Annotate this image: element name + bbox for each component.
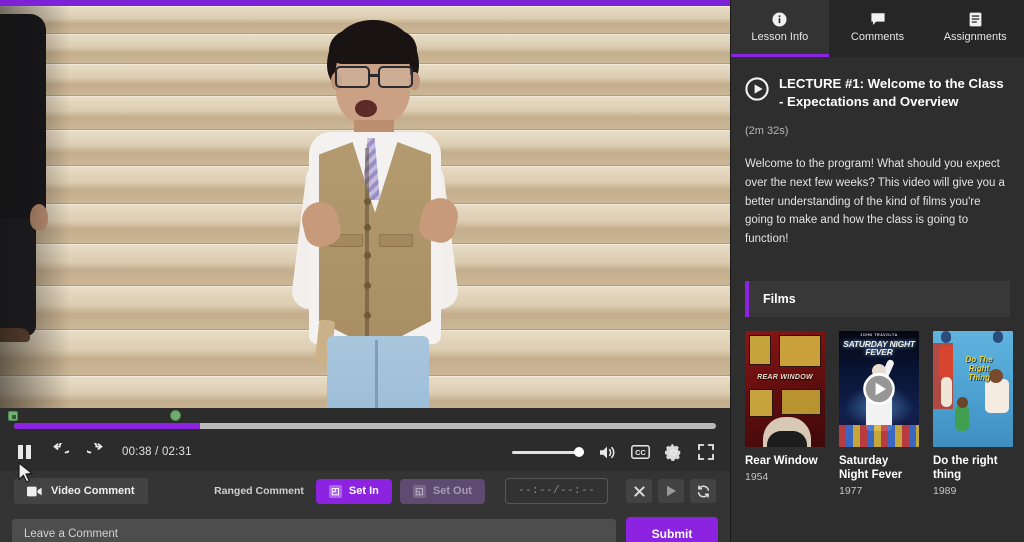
pause-icon[interactable] bbox=[14, 442, 34, 462]
film-title: Saturday Night Fever bbox=[839, 454, 903, 481]
comment-input[interactable] bbox=[12, 518, 616, 542]
volume-slider[interactable] bbox=[512, 445, 584, 459]
video-comment-label: Video Comment bbox=[51, 485, 135, 497]
film-poster: Do The Right Thing bbox=[933, 330, 1013, 447]
close-icon bbox=[633, 485, 645, 497]
film-card-do-the-right-thing[interactable]: Do The Right Thing Do the right thing 19… bbox=[933, 330, 1013, 498]
film-poster-text: Do The Right Thing bbox=[965, 354, 993, 383]
film-card-rear-window[interactable]: REAR WINDOW Rear Window 1954 bbox=[745, 330, 825, 498]
tab-assignments[interactable]: Assignments bbox=[926, 0, 1024, 57]
play-circle-icon[interactable] bbox=[745, 77, 769, 106]
tab-lesson-info[interactable]: Lesson Info bbox=[731, 0, 829, 57]
film-year: 1954 bbox=[745, 470, 769, 483]
lesson-header: LECTURE #1: Welcome to the Class - Expec… bbox=[745, 75, 1010, 111]
time-display: 00:38 / 02:31 bbox=[122, 446, 192, 458]
leave-comment-row: Submit bbox=[0, 511, 730, 542]
video-speaker-subject bbox=[281, 20, 481, 408]
set-in-glyph-icon: ◰ bbox=[328, 484, 342, 498]
fullscreen-icon[interactable] bbox=[696, 442, 716, 462]
clear-range-button[interactable] bbox=[626, 479, 652, 503]
play-icon bbox=[666, 485, 676, 497]
set-out-glyph-icon: ◱ bbox=[412, 484, 426, 498]
poster-play-overlay-icon[interactable] bbox=[863, 372, 895, 405]
range-action-buttons bbox=[626, 479, 716, 503]
set-in-out-group: ◰ Set In ◱ Set Out bbox=[315, 478, 485, 504]
film-poster: JOHN TRAVOLTA SATURDAY NIGHT FEVER bbox=[839, 330, 919, 447]
side-panel: Lesson Info Comments Assignments LECTURE… bbox=[730, 0, 1024, 542]
player-control-bar: 00:38 / 02:31 CC bbox=[0, 433, 730, 471]
progress-bar-wrap[interactable] bbox=[0, 423, 730, 433]
frame-edge-shadow bbox=[0, 6, 70, 408]
closed-captions-icon[interactable]: CC bbox=[630, 442, 650, 462]
film-year: 1977 bbox=[839, 485, 863, 498]
set-in-label: Set In bbox=[348, 485, 379, 497]
progress-track[interactable] bbox=[14, 423, 716, 429]
video-lesson-app: 00:38 / 02:31 CC Video Comment Ranged Co… bbox=[0, 0, 1024, 542]
timeline-marker-lane[interactable] bbox=[0, 408, 730, 423]
svg-text:CC: CC bbox=[635, 448, 646, 457]
lesson-duration: (2m 32s) bbox=[745, 125, 789, 138]
comment-marker-start[interactable] bbox=[8, 411, 18, 421]
document-icon bbox=[969, 11, 982, 27]
set-out-label: Set Out bbox=[432, 485, 472, 497]
player-controls-right: CC bbox=[512, 442, 716, 462]
ranged-comment-label: Ranged Comment bbox=[214, 485, 304, 497]
film-poster-text: REAR WINDOW bbox=[757, 373, 813, 381]
film-title: Do the right thing bbox=[933, 454, 998, 481]
films-section-header: Films bbox=[745, 280, 1010, 317]
comment-bubble-icon bbox=[870, 11, 886, 27]
set-out-button[interactable]: ◱ Set Out bbox=[399, 478, 485, 504]
video-camera-icon bbox=[27, 486, 42, 496]
reset-range-button[interactable] bbox=[690, 479, 716, 503]
timecode-range-field[interactable]: --:--/--:-- bbox=[504, 478, 608, 504]
info-icon bbox=[772, 11, 787, 27]
video-comment-button[interactable]: Video Comment bbox=[14, 478, 148, 504]
progress-fill bbox=[14, 423, 201, 429]
gear-icon[interactable] bbox=[663, 442, 683, 462]
film-year: 1989 bbox=[933, 485, 957, 498]
tab-comments-label: Comments bbox=[850, 31, 905, 43]
submit-comment-button[interactable]: Submit bbox=[626, 516, 718, 542]
lesson-description: Welcome to the program! What should you … bbox=[745, 158, 1005, 245]
rewind-10-icon[interactable] bbox=[50, 442, 70, 462]
comment-marker-dot[interactable] bbox=[170, 410, 181, 421]
lesson-title: LECTURE #1: Welcome to the Class - Expec… bbox=[779, 76, 1004, 110]
forward-10-icon[interactable] bbox=[86, 442, 106, 462]
refresh-icon bbox=[697, 484, 709, 498]
side-panel-body: LECTURE #1: Welcome to the Class - Expec… bbox=[731, 57, 1024, 542]
set-in-button[interactable]: ◰ Set In bbox=[315, 478, 392, 504]
film-title: Rear Window bbox=[745, 454, 818, 467]
tab-assignments-label: Assignments bbox=[943, 31, 1007, 43]
preview-range-button[interactable] bbox=[658, 479, 684, 503]
film-card-saturday-night-fever[interactable]: JOHN TRAVOLTA SATURDAY NIGHT FEVER Satur… bbox=[839, 330, 919, 498]
side-panel-tabs: Lesson Info Comments Assignments bbox=[731, 0, 1024, 57]
tab-lesson-info-label: Lesson Info bbox=[751, 31, 809, 43]
film-poster: REAR WINDOW bbox=[745, 330, 825, 447]
films-list: REAR WINDOW Rear Window 1954 JOHN TRAVOL… bbox=[745, 330, 1013, 498]
tab-comments[interactable]: Comments bbox=[829, 0, 927, 57]
volume-up-icon[interactable] bbox=[597, 442, 617, 462]
comment-toolbar: Video Comment Ranged Comment ◰ Set In ◱ … bbox=[0, 471, 730, 511]
film-poster-kicker: JOHN TRAVOLTA bbox=[860, 332, 898, 337]
film-poster-text: SATURDAY NIGHT FEVER bbox=[843, 338, 915, 358]
player-controls-left: 00:38 / 02:31 bbox=[14, 442, 192, 462]
player-column: 00:38 / 02:31 CC Video Comment Ranged Co… bbox=[0, 0, 730, 542]
video-stage[interactable] bbox=[0, 6, 730, 408]
